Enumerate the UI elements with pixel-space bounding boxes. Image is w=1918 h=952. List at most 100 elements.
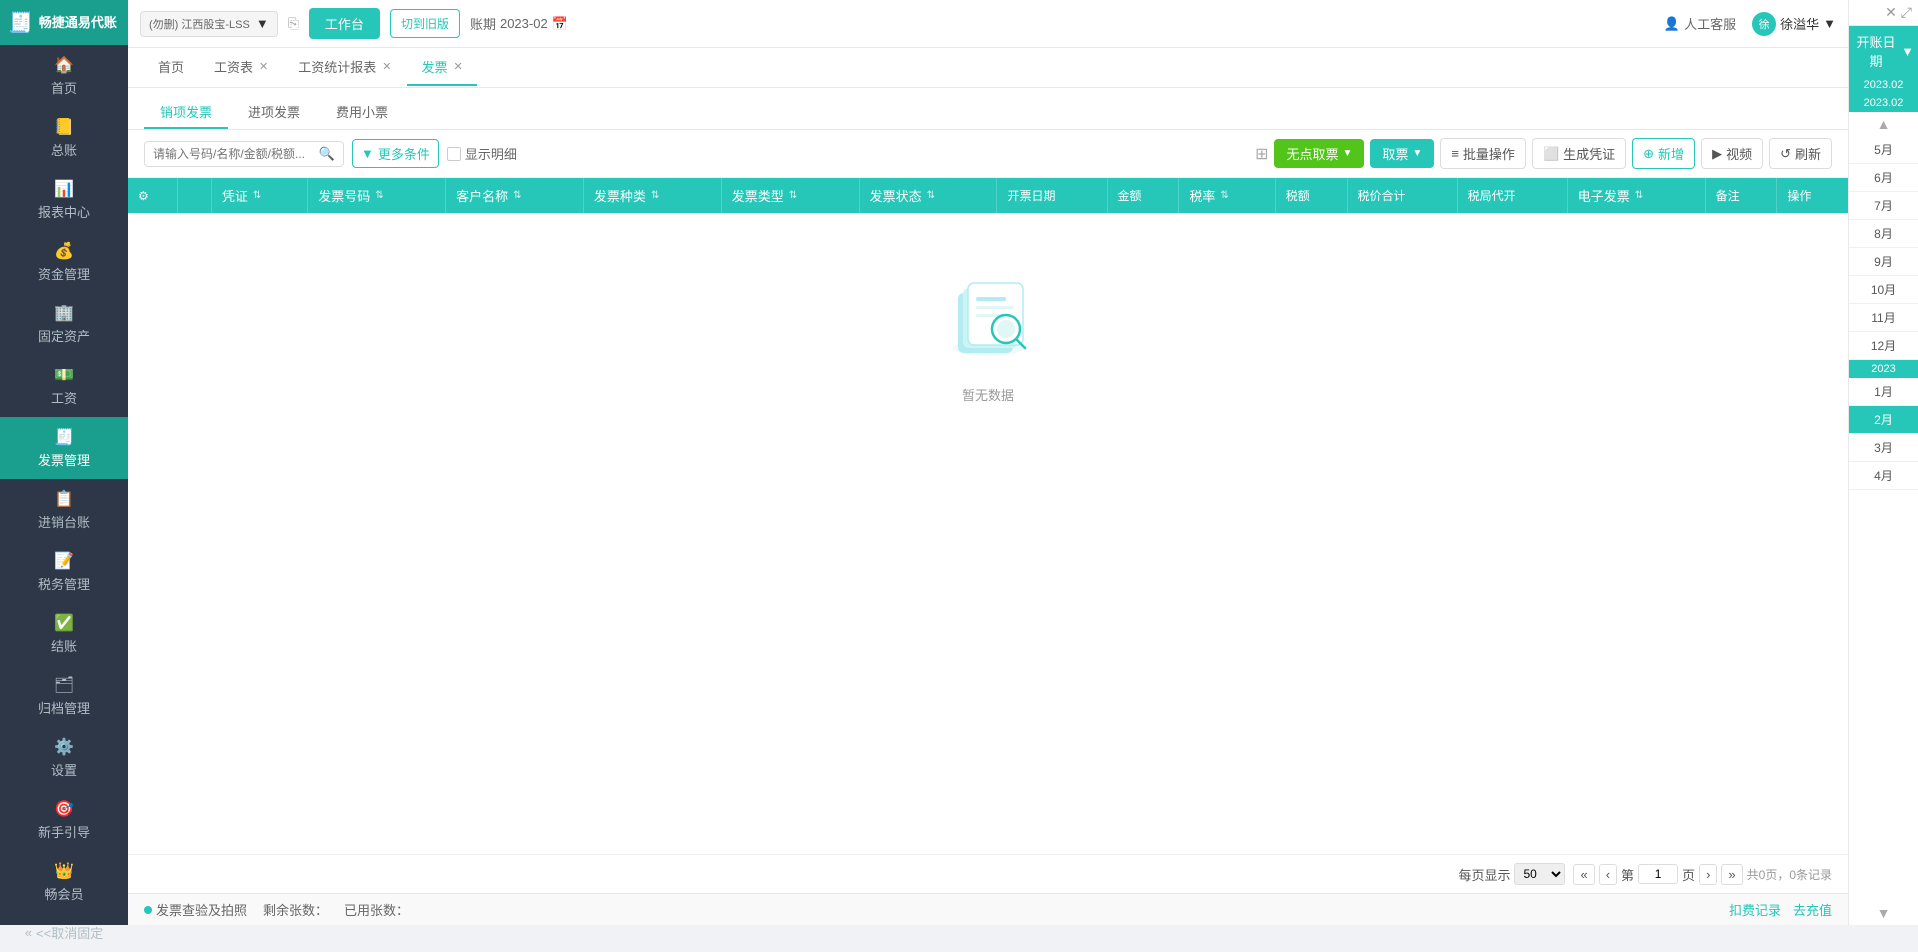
refresh-btn[interactable]: ↺ 刷新 (1769, 138, 1832, 169)
tab-工资表[interactable]: 工资表✕ (200, 49, 282, 86)
generate-voucher-btn[interactable]: ⬜ 生成凭证 (1532, 138, 1626, 169)
sort-voucher[interactable]: 凭证⇅ (222, 186, 297, 205)
sort-invoice_no[interactable]: 发票号码⇅ (318, 186, 435, 205)
th-voucher[interactable]: 凭证⇅ (211, 178, 307, 213)
page-size-dropdown[interactable]: 501020100 (1514, 863, 1565, 885)
first-page-btn[interactable]: « (1573, 864, 1594, 885)
page-input[interactable] (1638, 864, 1678, 884)
recharge-link[interactable]: 去充值 (1793, 900, 1832, 919)
sidebar-item-结账[interactable]: ✅结账 (0, 603, 128, 665)
tab-首页[interactable]: 首页 (144, 49, 198, 86)
th-invoice_type[interactable]: 发票种类⇅ (583, 178, 721, 213)
period-month-7月[interactable]: 7月 (1849, 192, 1918, 220)
content-area: 销项发票进项发票费用小票 🔍 ▼ 更多条件 显示明细 ⊞ (128, 88, 1848, 925)
next-page-btn[interactable]: › (1699, 864, 1717, 885)
sidebar-item-设置[interactable]: ⚙️设置 (0, 727, 128, 789)
copy-icon[interactable]: ⎘ (288, 15, 299, 32)
period-entry[interactable]: 2023.02 (1849, 94, 1918, 112)
period-2023-2月[interactable]: 2月 (1849, 406, 1918, 434)
new-btn[interactable]: ⊕ 新增 (1632, 138, 1695, 169)
period-month-11月[interactable]: 11月 (1849, 304, 1918, 332)
period-month-8月[interactable]: 8月 (1849, 220, 1918, 248)
sidebar-label: 发票管理 (38, 450, 90, 469)
switch-old-button[interactable]: 切到旧版 (390, 9, 460, 38)
sidebar-item-税务管理[interactable]: 📝税务管理 (0, 541, 128, 603)
th-electronic[interactable]: 电子发票⇅ (1567, 178, 1705, 213)
more-conditions-btn[interactable]: ▼ 更多条件 (352, 139, 439, 168)
tab-close-icon[interactable]: ✕ (454, 60, 463, 73)
th-status[interactable]: 发票状态⇅ (859, 178, 997, 213)
generate-label: 生成凭证 (1563, 144, 1615, 163)
user-name[interactable]: 徐 徐溢华 ▼ (1752, 12, 1836, 36)
sort-tax_rate[interactable]: 税率⇅ (1189, 186, 1264, 205)
period-scroll-down[interactable]: ▼ (1849, 901, 1918, 925)
period-month-12月[interactable]: 12月 (1849, 332, 1918, 360)
sort-customer[interactable]: 客户名称⇅ (456, 186, 573, 205)
sidebar-label: 工资 (51, 388, 77, 407)
period-month-5月[interactable]: 5月 (1849, 136, 1918, 164)
sort-electronic[interactable]: 电子发票⇅ (1578, 186, 1695, 205)
filter-icon-type: ⇅ (789, 190, 797, 201)
search-icon[interactable]: 🔍 (319, 146, 335, 162)
period-calendar-icon[interactable]: 📅 (552, 16, 568, 32)
take-ticket-btn[interactable]: 取票 ▼ (1370, 139, 1434, 168)
sidebar-item-固定资产[interactable]: 🏢固定资产 (0, 293, 128, 355)
customer-service[interactable]: 👤 人工客服 (1664, 14, 1736, 33)
workbench-button[interactable]: 工作台 (309, 8, 380, 39)
sidebar-item-首页[interactable]: 🏠首页 (0, 45, 128, 107)
sidebar-item-新手引导[interactable]: 🎯新手引导 (0, 789, 128, 851)
period-2023-4月[interactable]: 4月 (1849, 462, 1918, 490)
tab-工资统计报表[interactable]: 工资统计报表 ✕ (284, 49, 405, 86)
tab-label: 工资统计报表 (298, 57, 376, 76)
last-page-btn[interactable]: » (1721, 864, 1742, 885)
panel-expand-btn[interactable]: ⤢ (1901, 4, 1912, 21)
period-2023-1月[interactable]: 1月 (1849, 378, 1918, 406)
th-type[interactable]: 发票类型⇅ (721, 178, 859, 213)
sidebar-collapse-btn[interactable]: « <<取消固定 (0, 913, 128, 952)
sidebar-item-资金管理[interactable]: 💰资金管理 (0, 231, 128, 293)
sort-invoice_type[interactable]: 发票种类⇅ (594, 186, 711, 205)
period-entry[interactable]: 2023.02 (1849, 76, 1918, 94)
sub-tab-费用小票[interactable]: 费用小票 (320, 96, 404, 129)
sort-status[interactable]: 发票状态⇅ (870, 186, 987, 205)
search-input[interactable] (153, 147, 313, 161)
th-invoice_no[interactable]: 发票号码⇅ (308, 178, 446, 213)
search-box[interactable]: 🔍 (144, 141, 344, 167)
sidebar-item-进销台账[interactable]: 📋进销台账 (0, 479, 128, 541)
sidebar-item-归档管理[interactable]: 🗂归档管理 (0, 665, 128, 727)
tab-close-icon[interactable]: ✕ (259, 60, 268, 73)
period-2023-3月[interactable]: 3月 (1849, 434, 1918, 462)
th-customer[interactable]: 客户名称⇅ (446, 178, 584, 213)
no-invoice-btn[interactable]: 无点取票 ▼ (1274, 139, 1364, 168)
show-detail-checkbox[interactable]: 显示明细 (447, 144, 517, 163)
sidebar-label: 畅会员 (44, 884, 83, 903)
sub-tab-销项发票[interactable]: 销项发票 (144, 96, 228, 129)
tab-close-icon[interactable]: ✕ (382, 60, 391, 73)
period-panel-header[interactable]: 开账日期 ▼ (1849, 26, 1918, 76)
company-selector[interactable]: (勿删) 江西股宝-LSS ▼ (140, 11, 278, 37)
batch-ops-btn[interactable]: ≡ 批量操作 (1440, 138, 1526, 169)
deduction-link[interactable]: 扣费记录 (1729, 900, 1781, 919)
video-btn[interactable]: ▶ 视频 (1701, 138, 1763, 169)
period-month-6月[interactable]: 6月 (1849, 164, 1918, 192)
sort-type[interactable]: 发票类型⇅ (732, 186, 849, 205)
sidebar-item-畅会员[interactable]: 👑畅会员 (0, 851, 128, 913)
period-scroll-up[interactable]: ▲ (1849, 112, 1918, 136)
th-tax_rate[interactable]: 税率⇅ (1179, 178, 1275, 213)
tab-发票[interactable]: 发票✕ (407, 49, 476, 86)
video-label: 视频 (1726, 144, 1752, 163)
sidebar-item-工资[interactable]: 💵工资 (0, 355, 128, 417)
sidebar-item-发票管理[interactable]: 🧾发票管理 (0, 417, 128, 479)
sidebar-item-总账[interactable]: 📒总账 (0, 107, 128, 169)
refresh-icon: ↺ (1780, 146, 1791, 162)
page-size-select[interactable]: 每页显示 501020100 (1458, 863, 1565, 885)
user-dropdown-icon: ▼ (1823, 16, 1836, 31)
period-month-10月[interactable]: 10月 (1849, 276, 1918, 304)
sidebar-item-报表中心[interactable]: 📊报表中心 (0, 169, 128, 231)
panel-close-btn[interactable]: ✕ (1885, 4, 1897, 21)
sub-tab-进项发票[interactable]: 进项发票 (232, 96, 316, 129)
prev-page-btn[interactable]: ‹ (1599, 864, 1617, 885)
sidebar-label: 结账 (51, 636, 77, 655)
period-month-9月[interactable]: 9月 (1849, 248, 1918, 276)
period-info: 账期 2023-02 📅 (470, 14, 568, 33)
